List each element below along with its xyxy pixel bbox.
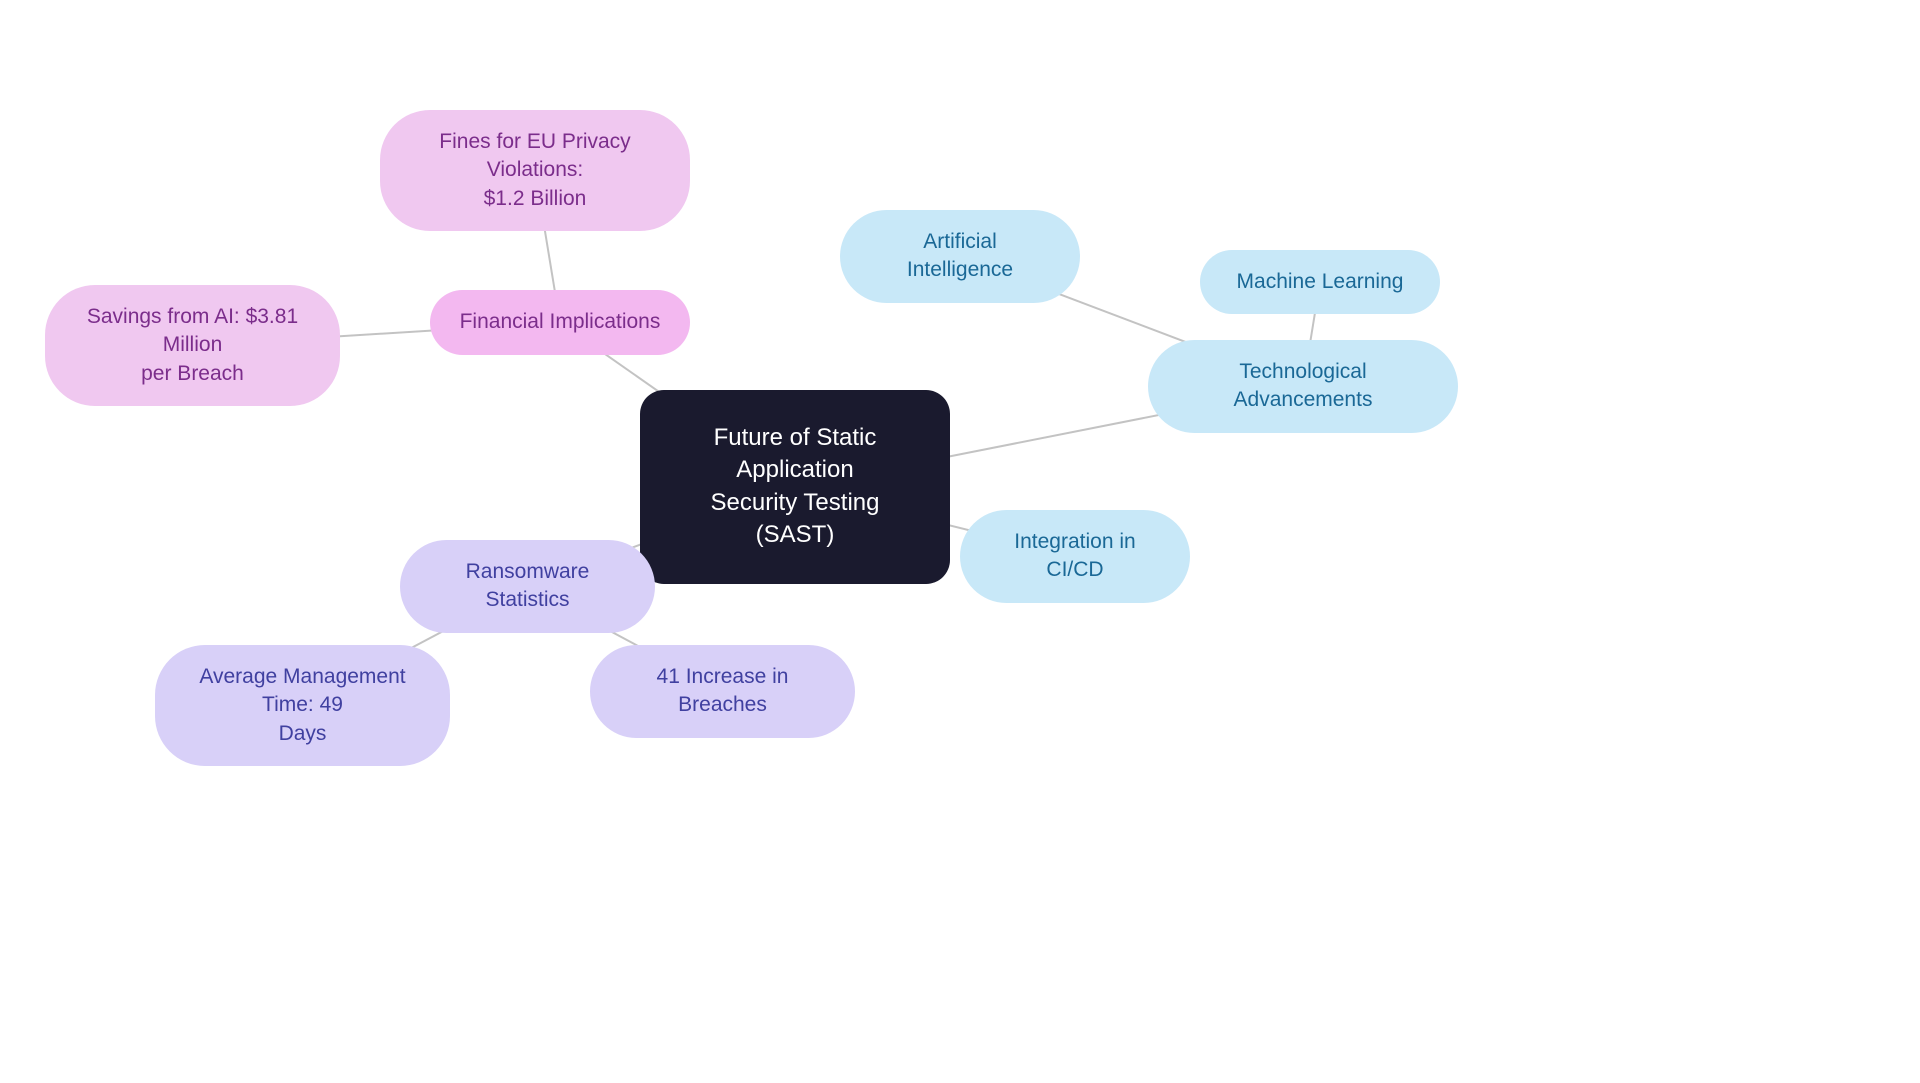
center-node[interactable]: Future of Static Application Security Te… [640, 390, 950, 584]
machine-learning-node[interactable]: Machine Learning [1200, 250, 1440, 314]
ransomware-statistics-node[interactable]: Ransomware Statistics [400, 540, 655, 633]
financial-implications-label: Financial Implications [460, 308, 661, 336]
technological-advancements-node[interactable]: Technological Advancements [1148, 340, 1458, 433]
fines-eu-label: Fines for EU Privacy Violations: $1.2 Bi… [408, 128, 662, 213]
technological-advancements-label: Technological Advancements [1176, 358, 1430, 415]
integration-cicd-node[interactable]: Integration in CI/CD [960, 510, 1190, 603]
increase-breaches-node[interactable]: 41 Increase in Breaches [590, 645, 855, 738]
savings-ai-label: Savings from AI: $3.81 Million per Breac… [73, 303, 312, 388]
ransomware-statistics-label: Ransomware Statistics [428, 558, 627, 615]
increase-breaches-label: 41 Increase in Breaches [618, 663, 827, 720]
savings-ai-node[interactable]: Savings from AI: $3.81 Million per Breac… [45, 285, 340, 406]
avg-management-time-label: Average Management Time: 49 Days [183, 663, 422, 748]
artificial-intelligence-label: Artificial Intelligence [868, 228, 1052, 285]
avg-management-time-node[interactable]: Average Management Time: 49 Days [155, 645, 450, 766]
center-label: Future of Static Application Security Te… [676, 422, 914, 552]
artificial-intelligence-node[interactable]: Artificial Intelligence [840, 210, 1080, 303]
machine-learning-label: Machine Learning [1237, 268, 1404, 296]
fines-eu-node[interactable]: Fines for EU Privacy Violations: $1.2 Bi… [380, 110, 690, 231]
financial-implications-node[interactable]: Financial Implications [430, 290, 690, 355]
integration-cicd-label: Integration in CI/CD [988, 528, 1162, 585]
